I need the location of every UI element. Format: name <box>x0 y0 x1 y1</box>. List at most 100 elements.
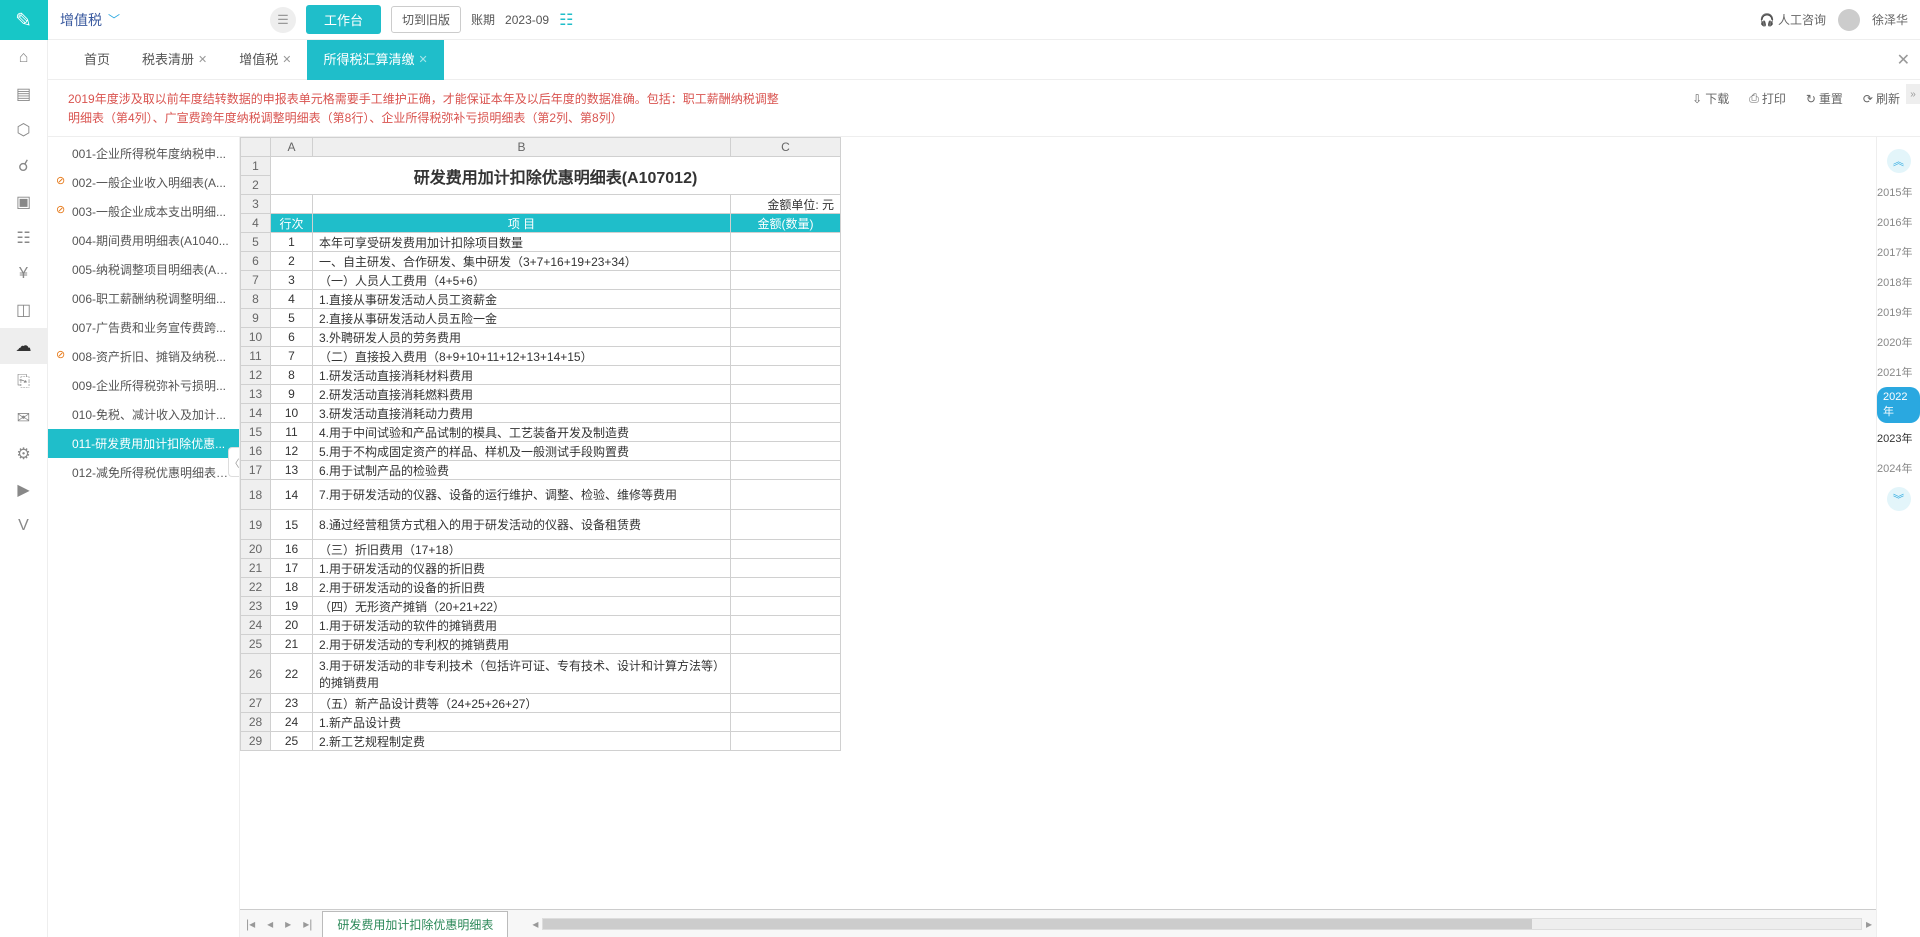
cell-rn[interactable]: 20 <box>271 616 313 635</box>
download-button[interactable]: ⇩ 下载 <box>1692 90 1729 107</box>
year-item[interactable]: 2017年 <box>1877 237 1920 267</box>
cell-desc[interactable]: 7.用于研发活动的仪器、设备的运行维护、调整、检验、维修等费用 <box>313 480 731 510</box>
cell-desc[interactable]: 4.用于中间试验和产品试制的模具、工艺装备开发及制造费 <box>313 423 731 442</box>
cell-desc[interactable]: 1.新产品设计费 <box>313 713 731 732</box>
cell-amt[interactable] <box>731 233 841 252</box>
col-header-c[interactable]: C <box>731 138 841 157</box>
cell-amt[interactable] <box>731 480 841 510</box>
row-header[interactable]: 2 <box>241 176 271 195</box>
nav-doc-icon[interactable]: ▤ <box>0 76 48 112</box>
tree-item[interactable]: 012-减免所得税优惠明细表(... <box>48 458 239 487</box>
reset-button[interactable]: ↻ 重置 <box>1806 90 1843 107</box>
year-item[interactable]: 2019年 <box>1877 297 1920 327</box>
row-header[interactable]: 15 <box>241 423 271 442</box>
cell-amt[interactable] <box>731 694 841 713</box>
tree-item[interactable]: 005-纳税调整项目明细表(A1... <box>48 255 239 284</box>
cell-rn[interactable]: 3 <box>271 271 313 290</box>
cell-amt[interactable] <box>731 461 841 480</box>
nav-chart-icon[interactable]: ⬡ <box>0 112 48 148</box>
row-header[interactable]: 3 <box>241 195 271 214</box>
tab-税表清册[interactable]: 税表清册✕ <box>126 40 223 80</box>
cell-rn[interactable]: 8 <box>271 366 313 385</box>
cell-amt[interactable] <box>731 347 841 366</box>
collapse-tree-icon[interactable]: 〈 <box>228 447 240 477</box>
cell-rn[interactable]: 1 <box>271 233 313 252</box>
cell-desc[interactable]: 1.用于研发活动的软件的摊销费用 <box>313 616 731 635</box>
nav-tax-icon[interactable]: ☁ <box>0 328 48 364</box>
cell-rn[interactable]: 11 <box>271 423 313 442</box>
tree-item[interactable]: 004-期间费用明细表(A1040... <box>48 226 239 255</box>
cell-amt[interactable] <box>731 385 841 404</box>
year-down-icon[interactable]: ︾ <box>1887 487 1911 511</box>
cell-amt[interactable] <box>731 423 841 442</box>
row-header[interactable]: 22 <box>241 578 271 597</box>
row-header[interactable]: 1 <box>241 157 271 176</box>
tree-item[interactable]: 001-企业所得税年度纳税申... <box>48 139 239 168</box>
cell-amt[interactable] <box>731 559 841 578</box>
cell-rn[interactable]: 17 <box>271 559 313 578</box>
cell-rn[interactable]: 6 <box>271 328 313 347</box>
tab-首页[interactable]: 首页 <box>68 40 126 80</box>
row-header[interactable]: 14 <box>241 404 271 423</box>
tree-item[interactable]: 003-一般企业成本支出明细... <box>48 197 239 226</box>
nav-home-icon[interactable]: ⌂ <box>0 40 48 76</box>
nav-video-icon[interactable]: ▶ <box>0 472 48 508</box>
cell-amt[interactable] <box>731 309 841 328</box>
nav-settings-icon[interactable]: ⚙ <box>0 436 48 472</box>
year-up-icon[interactable]: ︽ <box>1887 149 1911 173</box>
cell-desc[interactable]: 6.用于试制产品的检验费 <box>313 461 731 480</box>
row-header[interactable]: 7 <box>241 271 271 290</box>
tree-item[interactable]: 002-一般企业收入明细表(A... <box>48 168 239 197</box>
nav-archive-icon[interactable]: ⎘ <box>0 364 48 400</box>
year-item[interactable]: 2022年 <box>1877 387 1920 423</box>
cell-amt[interactable] <box>731 252 841 271</box>
tree-item[interactable]: 011-研发费用加计扣除优惠... <box>48 429 239 458</box>
cell-desc[interactable]: 本年可享受研发费用加计扣除项目数量 <box>313 233 731 252</box>
nav-money-icon[interactable]: ☌ <box>0 148 48 184</box>
tree-item[interactable]: 007-广告费和业务宣传费跨... <box>48 313 239 342</box>
sheet-last-icon[interactable]: ▸| <box>297 917 318 931</box>
cell-desc[interactable]: （二）直接投入费用（8+9+10+11+12+13+14+15） <box>313 347 731 366</box>
cell-rn[interactable]: 18 <box>271 578 313 597</box>
note-icon[interactable]: ☰ <box>270 7 296 33</box>
cell-amt[interactable] <box>731 578 841 597</box>
support-link[interactable]: 🎧 人工咨询 <box>1760 11 1826 28</box>
cell-desc[interactable]: 8.通过经营租赁方式租入的用于研发活动的仪器、设备租赁费 <box>313 510 731 540</box>
tree-item[interactable]: 008-资产折旧、摊销及纳税... <box>48 342 239 371</box>
old-version-button[interactable]: 切到旧版 <box>391 6 461 33</box>
cell-rn[interactable]: 12 <box>271 442 313 461</box>
row-header[interactable]: 11 <box>241 347 271 366</box>
workspace-button[interactable]: 工作台 <box>306 5 381 34</box>
cell-desc[interactable]: （五）新产品设计费等（24+25+26+27） <box>313 694 731 713</box>
sheet-first-icon[interactable]: |◂ <box>240 917 261 931</box>
nav-finance-icon[interactable]: ¥ <box>0 256 48 292</box>
cell-rn[interactable]: 25 <box>271 732 313 751</box>
cell-rn[interactable]: 7 <box>271 347 313 366</box>
cell-amt[interactable] <box>731 442 841 461</box>
hscroll[interactable]: ◂ ▸ <box>528 917 1876 931</box>
cell-amt[interactable] <box>731 597 841 616</box>
row-header[interactable]: 9 <box>241 309 271 328</box>
cell-desc[interactable]: 1.直接从事研发活动人员工资薪金 <box>313 290 731 309</box>
sheet-prev-icon[interactable]: ◂ <box>261 917 279 931</box>
cell-rn[interactable]: 24 <box>271 713 313 732</box>
cell-rn[interactable]: 19 <box>271 597 313 616</box>
cell-desc[interactable]: 2.用于研发活动的专利权的摊销费用 <box>313 635 731 654</box>
cell-rn[interactable]: 5 <box>271 309 313 328</box>
cell-amt[interactable] <box>731 713 841 732</box>
cell-desc[interactable]: 3.用于研发活动的非专利技术（包括许可证、专有技术、设计和计算方法等）的摊销费用 <box>313 654 731 694</box>
row-header[interactable]: 8 <box>241 290 271 309</box>
sheet-tab[interactable]: 研发费用加计扣除优惠明细表 <box>322 911 508 937</box>
cell-desc[interactable]: 2.新工艺规程制定费 <box>313 732 731 751</box>
cell-desc[interactable]: （三）折旧费用（17+18） <box>313 540 731 559</box>
col-header-b[interactable]: B <box>313 138 731 157</box>
cell-amt[interactable] <box>731 732 841 751</box>
tab-所得税汇算清缴[interactable]: 所得税汇算清缴✕ <box>307 40 443 80</box>
cell-rn[interactable]: 10 <box>271 404 313 423</box>
nav-wallet-icon[interactable]: ◫ <box>0 292 48 328</box>
year-item[interactable]: 2023年 <box>1877 423 1920 453</box>
year-item[interactable]: 2024年 <box>1877 453 1920 483</box>
col-header-a[interactable]: A <box>271 138 313 157</box>
row-header[interactable]: 10 <box>241 328 271 347</box>
row-header[interactable]: 17 <box>241 461 271 480</box>
